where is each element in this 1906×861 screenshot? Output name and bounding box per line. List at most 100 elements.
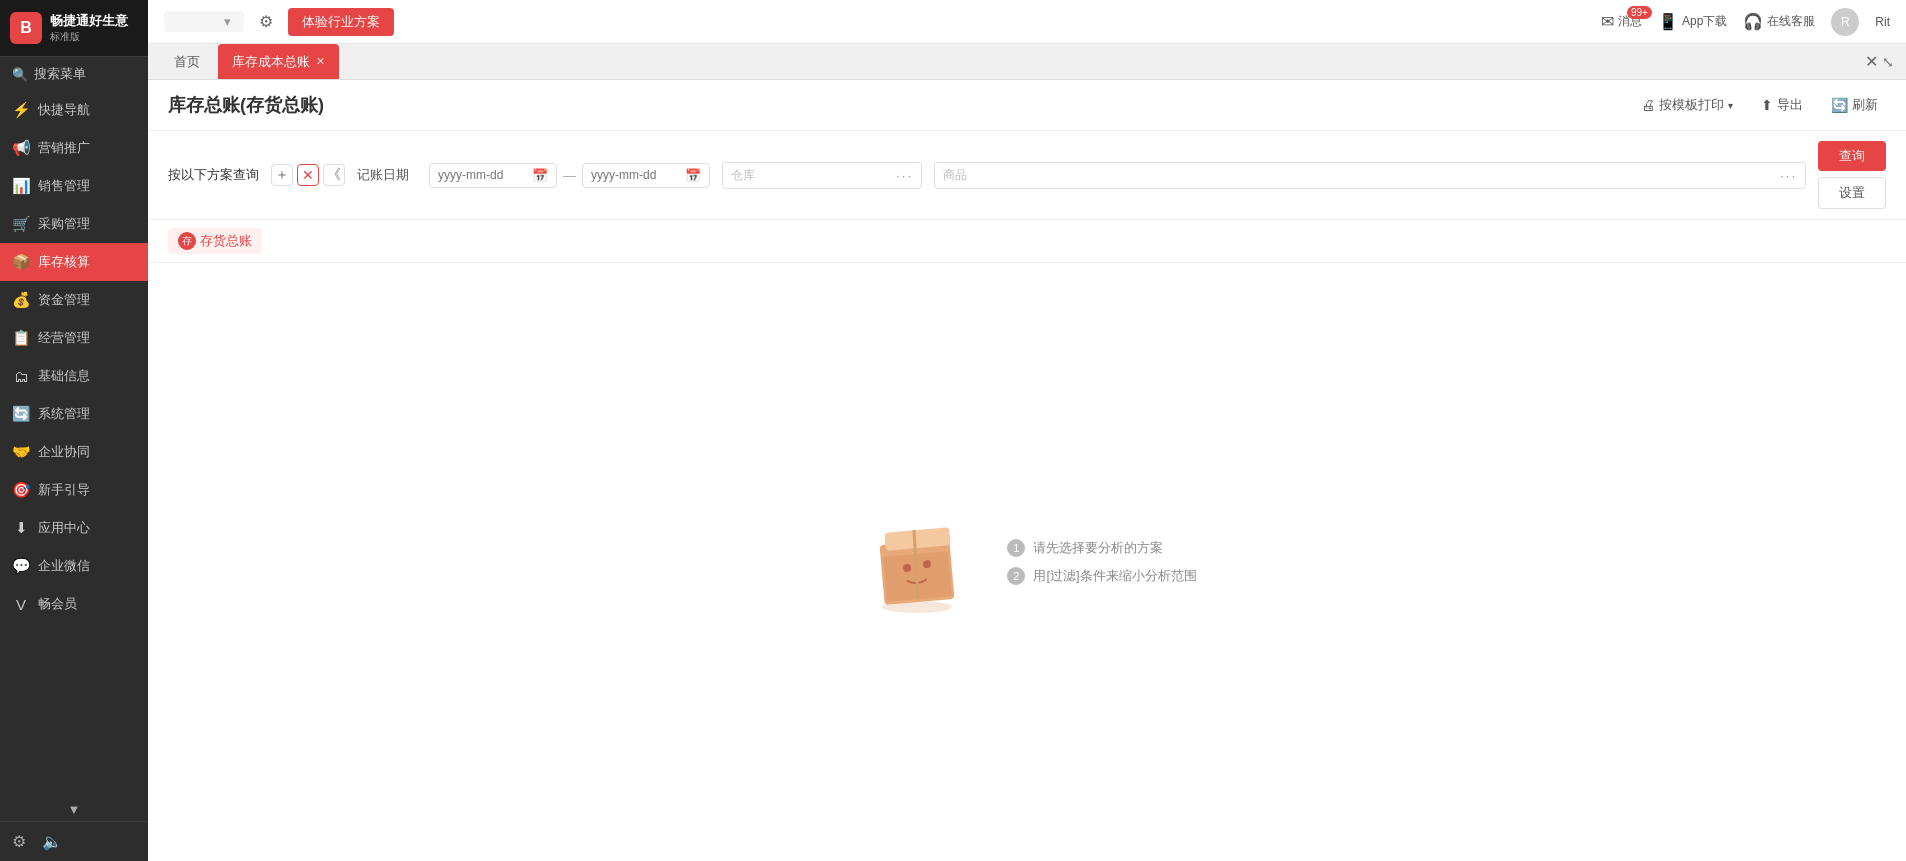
filter-bar: 按以下方案查询 ＋ ✕ 《 记账日期 📅 — 📅 仓库 [148,131,1906,220]
marketing-icon: 📢 [12,139,30,157]
breadcrumb-dropdown[interactable]: ▾ [164,11,244,32]
app-center-icon: ⬇ [12,519,30,537]
enterprise-icon: 🤝 [12,443,30,461]
sidebar-item-finance[interactable]: 💰 资金管理 [0,281,148,319]
date-end-input[interactable]: 📅 [582,163,710,188]
logo-text: 畅捷通好生意 标准版 [50,13,128,43]
sidebar-item-operations[interactable]: 📋 经营管理 [0,319,148,357]
refresh-icon: 🔄 [1831,97,1848,113]
sub-nav-inventory-ledger[interactable]: 存 存货总账 [168,228,262,254]
header-left: ▾ ⚙ 体验行业方案 [164,8,1589,36]
newbie-icon: 🎯 [12,481,30,499]
warehouse-dots-icon: ··· [896,168,913,183]
sidebar-bottom: ⚙ 🔈 [0,821,148,861]
print-icon: 🖨 [1641,97,1655,113]
basic-info-icon: 🗂 [12,368,30,385]
inventory-icon: 📦 [12,253,30,271]
filter-actions: ＋ ✕ 《 [271,164,345,186]
calendar-start-icon[interactable]: 📅 [532,168,548,183]
sidebar: B 畅捷通好生意 标准版 🔍 搜索菜单 ⚡ 快捷导航 📢 营销推广 📊 销售管理… [0,0,148,861]
top-header: ▾ ⚙ 体验行业方案 ✉ 消息 99+ 📱 App下载 🎧 在线客服 R [148,0,1906,44]
message-icon: ✉ [1601,12,1614,31]
empty-state: 1 请先选择要分析的方案 2 用[过滤]条件来缩小分析范围 [148,263,1906,861]
tab-close-panel-icon[interactable]: ✕ [1865,52,1878,71]
warehouse-select[interactable]: 仓库 ··· [722,162,922,189]
tab-inventory-cost[interactable]: 库存成本总账 ✕ [218,44,339,79]
sub-nav: 存 存货总账 [148,220,1906,263]
purchase-icon: 🛒 [12,215,30,233]
settings-icon[interactable]: ⚙ [12,832,26,851]
app-download-btn[interactable]: 📱 App下载 [1658,12,1727,31]
tab-resize-icon[interactable]: ⤡ [1882,54,1894,70]
refresh-btn[interactable]: 🔄 刷新 [1823,92,1886,118]
search-icon: 🔍 [12,67,28,82]
empty-illustration [857,502,977,622]
tab-bar: 首页 库存成本总账 ✕ ✕ ⤡ [148,44,1906,80]
logo-icon: B [10,12,42,44]
filter-collapse-btn[interactable]: 《 [323,164,345,186]
empty-tip-1: 1 请先选择要分析的方案 [1007,539,1196,557]
breadcrumb-text [172,13,220,30]
sidebar-item-wechat[interactable]: 💬 企业微信 [0,547,148,585]
page-header: 库存总账(存货总账) 🖨 按模板打印 ▾ ⬆ 导出 🔄 刷新 [148,80,1906,131]
empty-tip-2: 2 用[过滤]条件来缩小分析范围 [1007,567,1196,585]
export-icon: ⬆ [1761,97,1773,113]
sidebar-item-sales[interactable]: 📊 销售管理 [0,167,148,205]
header-settings-btn[interactable]: ⚙ [252,8,280,36]
sidebar-nav: ⚡ 快捷导航 📢 营销推广 📊 销售管理 🛒 采购管理 📦 库存核算 💰 资金管… [0,91,148,798]
message-btn[interactable]: ✉ 消息 99+ [1601,12,1642,31]
search-menu[interactable]: 🔍 搜索菜单 [0,57,148,91]
operations-icon: 📋 [12,329,30,347]
filter-add-btn[interactable]: ＋ [271,164,293,186]
date-start-field[interactable] [438,168,528,182]
record-date-label: 记账日期 [357,166,417,184]
sub-nav-icon: 存 [178,232,196,250]
content-area: 库存总账(存货总账) 🖨 按模板打印 ▾ ⬆ 导出 🔄 刷新 按以下方案查询 [148,80,1906,861]
chevron-down-print-icon: ▾ [1728,100,1733,111]
sidebar-item-marketing[interactable]: 📢 营销推广 [0,129,148,167]
print-btn[interactable]: 🖨 按模板打印 ▾ [1633,92,1741,118]
finance-icon: 💰 [12,291,30,309]
goods-select[interactable]: 商品 ··· [934,162,1806,189]
date-range: 📅 — 📅 [429,163,710,188]
avatar[interactable]: R [1831,8,1859,36]
sidebar-item-member[interactable]: V 畅会员 [0,585,148,623]
app-logo: B 畅捷通好生意 标准版 [0,0,148,57]
calendar-end-icon[interactable]: 📅 [685,168,701,183]
sales-icon: 📊 [12,177,30,195]
scroll-down-btn[interactable]: ▼ [0,798,148,821]
page-title: 库存总账(存货总账) [168,93,324,117]
sidebar-item-app-center[interactable]: ⬇ 应用中心 [0,509,148,547]
filter-clear-btn[interactable]: ✕ [297,164,319,186]
sound-icon[interactable]: 🔈 [42,832,62,851]
system-icon: 🔄 [12,405,30,423]
tab-home[interactable]: 首页 [160,44,214,79]
warehouse-label: 仓库 [731,167,755,184]
empty-box-svg [857,502,977,622]
sidebar-item-basic-info[interactable]: 🗂 基础信息 [0,357,148,395]
sidebar-item-quick-nav[interactable]: ⚡ 快捷导航 [0,91,148,129]
export-btn[interactable]: ⬆ 导出 [1753,92,1811,118]
page-actions: 🖨 按模板打印 ▾ ⬆ 导出 🔄 刷新 [1633,92,1886,118]
date-end-field[interactable] [591,168,681,182]
sidebar-item-newbie[interactable]: 🎯 新手引导 [0,471,148,509]
user-name[interactable]: Rit [1875,15,1890,29]
header-right: ✉ 消息 99+ 📱 App下载 🎧 在线客服 R Rit [1601,8,1890,36]
goods-label: 商品 [943,167,967,184]
chevron-down-icon: ▾ [224,14,231,29]
tip-number-1: 1 [1007,539,1025,557]
filter-label: 按以下方案查询 [168,166,259,184]
online-support-btn[interactable]: 🎧 在线客服 [1743,12,1815,31]
filter-right-actions: 查询 设置 [1818,141,1886,209]
query-btn[interactable]: 查询 [1818,141,1886,171]
sidebar-item-inventory[interactable]: 📦 库存核算 [0,243,148,281]
sidebar-item-system[interactable]: 🔄 系统管理 [0,395,148,433]
goods-dots-icon: ··· [1780,168,1797,183]
industry-solution-btn[interactable]: 体验行业方案 [288,8,394,36]
sidebar-item-enterprise[interactable]: 🤝 企业协同 [0,433,148,471]
settings-set-btn[interactable]: 设置 [1818,177,1886,209]
tab-close-icon[interactable]: ✕ [316,55,325,68]
gear-icon: ⚙ [259,12,273,31]
sidebar-item-purchase[interactable]: 🛒 采购管理 [0,205,148,243]
date-start-input[interactable]: 📅 [429,163,557,188]
